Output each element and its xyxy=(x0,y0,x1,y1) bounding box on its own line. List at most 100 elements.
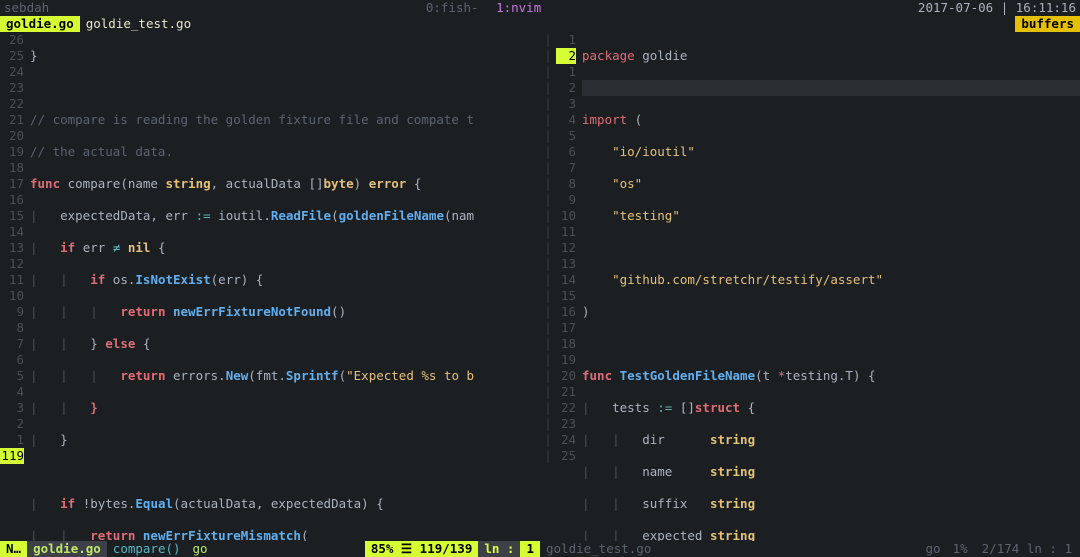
gutter-line-number: 25 xyxy=(556,448,576,464)
gutter-line-number: 2 xyxy=(556,48,576,64)
cursor-line xyxy=(582,80,1080,96)
gutter-line-number: 19 xyxy=(556,352,576,368)
mode-indicator: N… xyxy=(0,541,27,557)
buffer-tabs: goldie.go goldie_test.go buffers xyxy=(0,16,1080,32)
gutter-line-number: 24 xyxy=(556,432,576,448)
gutter-line-number: 24 xyxy=(0,64,24,80)
gutter-line-number: 10 xyxy=(0,288,24,304)
split-indicator: | xyxy=(540,192,556,208)
statusline-right-filetype: go xyxy=(920,541,947,557)
gutter-line-number: 4 xyxy=(0,384,24,400)
tmux-time: 16:11:16 xyxy=(1016,0,1076,15)
statusline-col-label: ln : xyxy=(478,541,520,557)
tmux-session-name: sebdah xyxy=(4,0,49,16)
split-indicator: | xyxy=(540,336,556,352)
split-indicator: | xyxy=(540,208,556,224)
gutter-line-number: 22 xyxy=(556,400,576,416)
gutter-line-number: 1 xyxy=(556,32,576,48)
gutter-line-number: 16 xyxy=(556,304,576,320)
left-pane[interactable]: 2625242322212019181716151413121110987654… xyxy=(0,32,540,541)
gutter-line-number: 11 xyxy=(0,272,24,288)
statusline-filetype: go xyxy=(187,541,214,557)
gutter-line-number: 14 xyxy=(0,224,24,240)
split-indicator: | xyxy=(540,96,556,112)
gutter-line-number: 14 xyxy=(556,272,576,288)
gutter-line-number: 21 xyxy=(0,112,24,128)
blank xyxy=(30,80,540,96)
split-indicator: | xyxy=(540,272,556,288)
gutter-line-number: 23 xyxy=(556,416,576,432)
left-code[interactable]: } // compare is reading the golden fixtu… xyxy=(30,32,540,541)
split-indicator: | xyxy=(540,128,556,144)
split-indicator: | xyxy=(540,112,556,128)
gutter-line-number: 9 xyxy=(0,304,24,320)
right-pane[interactable]: ||||||||||||||||||||||||||| 121234567891… xyxy=(540,32,1080,541)
gutter-line-number: 20 xyxy=(556,368,576,384)
split-indicator: | xyxy=(540,160,556,176)
split-indicator: | xyxy=(540,416,556,432)
gutter-line-number: 8 xyxy=(556,176,576,192)
gutter-line-number: 12 xyxy=(556,240,576,256)
editor-split: 2625242322212019181716151413121110987654… xyxy=(0,32,1080,541)
gutter-line-number: 21 xyxy=(556,384,576,400)
split-indicator: | xyxy=(540,432,556,448)
gutter-line-number: 10 xyxy=(556,208,576,224)
statusline-right-percent: 1% xyxy=(947,541,974,557)
gutter-line-number: 5 xyxy=(556,128,576,144)
gutter-line-number: 16 xyxy=(0,192,24,208)
right-indent-guide: ||||||||||||||||||||||||||| xyxy=(540,32,556,541)
gutter-line-number: 8 xyxy=(0,320,24,336)
gutter-line-number: 6 xyxy=(556,144,576,160)
split-indicator: | xyxy=(540,304,556,320)
gutter-line-number: 7 xyxy=(556,160,576,176)
split-indicator: | xyxy=(540,320,556,336)
tmux-window-1[interactable]: 1:nvim xyxy=(496,0,541,15)
gutter-line-number: 15 xyxy=(0,208,24,224)
gutter-line-number: 1 xyxy=(0,432,24,448)
status-right: goldie_test.go go 1% 2/174 ln : 1 xyxy=(540,541,1080,557)
split-indicator: | xyxy=(540,288,556,304)
statusline-filename: goldie.go xyxy=(27,541,107,557)
split-indicator: | xyxy=(540,224,556,240)
gutter-line-number: 3 xyxy=(0,400,24,416)
tmux-window-0[interactable]: 0:fish- xyxy=(426,0,479,15)
gutter-line-number: 6 xyxy=(0,352,24,368)
gutter-line-number: 17 xyxy=(556,320,576,336)
split-indicator: | xyxy=(540,144,556,160)
gutter-line-number: 7 xyxy=(0,336,24,352)
buffers-label: buffers xyxy=(1015,16,1080,32)
split-indicator: | xyxy=(540,352,556,368)
tab-goldie-go[interactable]: goldie.go xyxy=(0,16,80,32)
brace: } xyxy=(30,48,38,63)
gutter-line-number: 13 xyxy=(556,256,576,272)
comment: // compare is reading the golden fixture… xyxy=(30,112,474,127)
split-indicator: | xyxy=(540,176,556,192)
gutter-line-number: 26 xyxy=(0,32,24,48)
gutter-line-number: 20 xyxy=(0,128,24,144)
gutter-line-number: 4 xyxy=(556,112,576,128)
status-bar: N… goldie.go compare() go 85% ☰ 119/139 … xyxy=(0,541,1080,557)
split-indicator: | xyxy=(540,368,556,384)
split-indicator: | xyxy=(540,400,556,416)
gutter-line-number: 22 xyxy=(0,96,24,112)
gutter-line-number: 17 xyxy=(0,176,24,192)
left-gutter: 2625242322212019181716151413121110987654… xyxy=(0,32,30,541)
gutter-line-number: 11 xyxy=(556,224,576,240)
gutter-line-number: 18 xyxy=(0,160,24,176)
right-code[interactable]: package goldie import ( "io/ioutil" "os"… xyxy=(582,32,1080,541)
gutter-line-number: 1 xyxy=(556,64,576,80)
tab-goldie-test-go[interactable]: goldie_test.go xyxy=(80,16,197,32)
split-indicator: | xyxy=(540,64,556,80)
gutter-line-number: 12 xyxy=(0,256,24,272)
statusline-function: compare() xyxy=(107,541,187,557)
gutter-line-number: 9 xyxy=(556,192,576,208)
gutter-line-number: 15 xyxy=(556,288,576,304)
comment: // the actual data. xyxy=(30,144,173,159)
gutter-line-number: 2 xyxy=(556,80,576,96)
tmux-datetime: 2017-07-06 | 16:11:16 xyxy=(918,0,1076,16)
split-indicator: | xyxy=(540,384,556,400)
gutter-line-number: 3 xyxy=(556,96,576,112)
gutter-line-number: 2 xyxy=(0,416,24,432)
tmux-windows: 0:fish- 1:nvim xyxy=(49,0,918,16)
gutter-line-number: 119 xyxy=(0,448,24,464)
